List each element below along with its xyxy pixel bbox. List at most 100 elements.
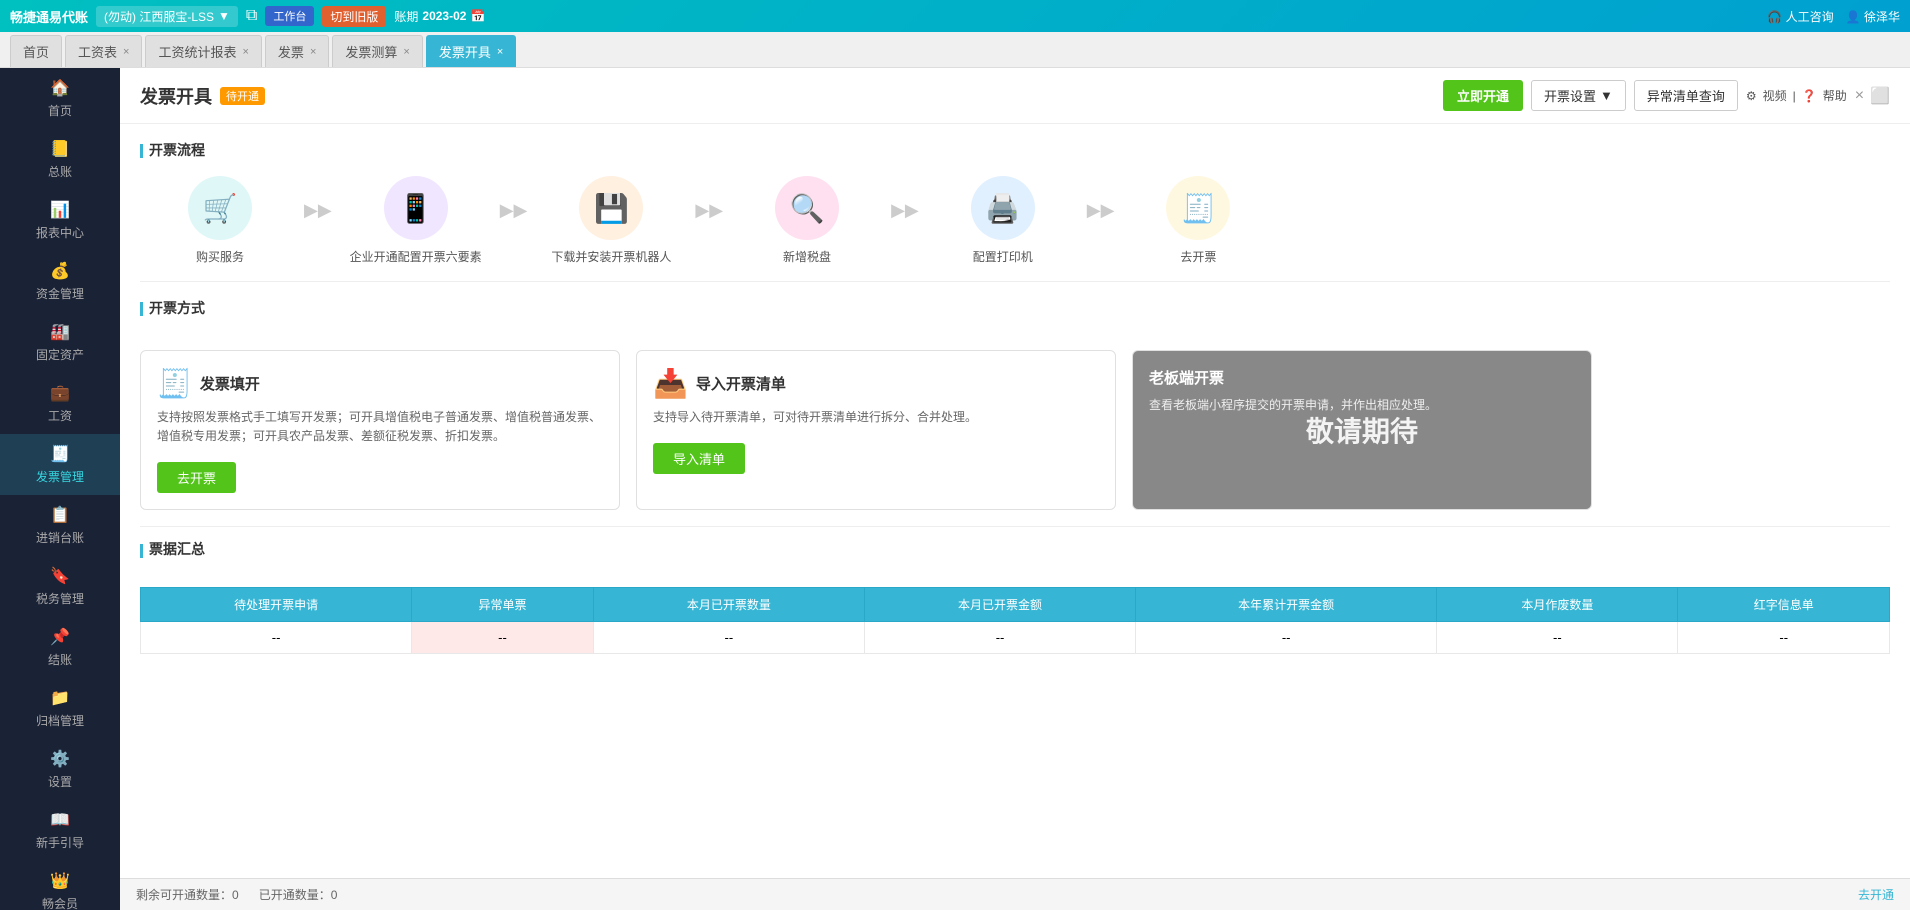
val-void-qty: --	[1437, 622, 1678, 654]
manual-fill-icon: 🧾	[157, 367, 192, 400]
opened-label: 已开通数量：0	[259, 886, 338, 903]
page-title-area: 发票开具 待开通	[140, 83, 265, 109]
manual-fill-title: 🧾 发票填开	[157, 367, 603, 400]
sidebar-item-settle[interactable]: 📌 结账	[0, 617, 120, 678]
step-taxdisk-icon-wrap: 🔍	[775, 176, 839, 240]
sidebar-item-funds[interactable]: 💰 资金管理	[0, 251, 120, 312]
tab-home[interactable]: 首页	[10, 35, 62, 67]
member-icon: 👑	[50, 871, 70, 891]
purchase-ledger-icon: 📋	[50, 505, 70, 525]
sidebar-item-ledger[interactable]: 📒 总账	[0, 129, 120, 190]
manual-fill-button[interactable]: 去开票	[157, 462, 236, 493]
copy-icon[interactable]: ⧉	[246, 7, 257, 25]
consult-button[interactable]: 🎧 人工咨询	[1767, 8, 1833, 25]
sidebar-item-assets[interactable]: 🏭 固定资产	[0, 312, 120, 373]
window-controls: × ⬜	[1855, 86, 1890, 106]
step-printer-icon-wrap: 🖨️	[971, 176, 1035, 240]
payroll-icon: 💼	[50, 383, 70, 403]
avatar-icon: 👤	[1846, 10, 1861, 24]
company-selector[interactable]: (勿动) 江西服宝-LSS ▼	[96, 6, 238, 27]
chevron-down-icon: ▼	[1600, 88, 1613, 103]
step-arrow-5: ▶▶	[1083, 200, 1119, 221]
process-section-title: 开票流程	[140, 140, 1890, 160]
process-steps: 🛒 购买服务 ▶▶ 📱 企业开通配置开票六要素 ▶▶ 💾 下载并安装	[140, 176, 1890, 265]
immediate-open-button[interactable]: 立即开通	[1443, 80, 1523, 111]
sidebar: 🏠 首页 📒 总账 📊 报表中心 💰 资金管理 🏭 固定资产 💼 工资 🧾 发票…	[0, 68, 120, 910]
close-salary-report-tab[interactable]: ×	[242, 46, 248, 58]
invoice-mgmt-icon: 🧾	[50, 444, 70, 464]
manual-fill-desc: 支持按照发票格式手工填写开发票；可开具增值税电子普通发票、增值税普通发票、增值税…	[157, 408, 603, 446]
main-layout: 🏠 首页 📒 总账 📊 报表中心 💰 资金管理 🏭 固定资产 💼 工资 🧾 发票…	[0, 68, 1910, 910]
close-invoice-issue-tab[interactable]: ×	[497, 46, 503, 58]
sidebar-item-member[interactable]: 👑 畅会员	[0, 861, 120, 910]
guide-icon: 📖	[50, 810, 70, 830]
user-avatar[interactable]: 👤 徐泽华	[1846, 8, 1900, 25]
ledger-icon: 📒	[50, 139, 70, 159]
status-badge: 待开通	[220, 87, 265, 105]
period-area: 账期 2023-02 📅	[394, 8, 485, 25]
step-add-taxdisk: 🔍 新增税盘	[727, 176, 887, 265]
tab-invoice-issue[interactable]: 发票开具 ×	[426, 35, 516, 67]
tab-invoice-calc[interactable]: 发票测算 ×	[332, 35, 422, 67]
step-configure-icon-wrap: 📱	[384, 176, 448, 240]
val-monthly-amount: --	[864, 622, 1135, 654]
import-list-icon: 📥	[653, 367, 688, 400]
workbench-button[interactable]: 工作台	[265, 6, 314, 26]
assets-icon: 🏭	[50, 322, 70, 342]
tax-icon: 🔖	[50, 566, 70, 586]
summary-section: 票据汇总 待处理开票申请 异常单票 本月已开票数量 本月已开票金额 本年累计开票…	[120, 527, 1910, 670]
calendar-icon[interactable]: 📅	[470, 9, 485, 23]
step-open-icon-wrap: 🧾	[1166, 176, 1230, 240]
old-platform-card: 老板端开票 查看老板端小程序提交的开票申请，并作出相应处理。 敬请期待	[1132, 350, 1592, 510]
settings-icon: ⚙️	[50, 749, 70, 769]
help-icon: ❓	[1802, 89, 1817, 103]
val-yearly-amount: --	[1136, 622, 1437, 654]
sidebar-item-home[interactable]: 🏠 首页	[0, 68, 120, 129]
step-arrow-4: ▶▶	[887, 200, 923, 221]
sidebar-item-invoice-mgmt[interactable]: 🧾 发票管理	[0, 434, 120, 495]
funds-icon: 💰	[50, 261, 70, 281]
col-void-qty: 本月作废数量	[1437, 588, 1678, 622]
close-invoice-calc-tab[interactable]: ×	[403, 46, 409, 58]
import-list-title: 📥 导入开票清单	[653, 367, 1099, 400]
sidebar-item-purchase-ledger[interactable]: 📋 进销台账	[0, 495, 120, 556]
step-arrow-3: ▶▶	[691, 200, 727, 221]
content-area: 发票开具 待开通 立即开通 开票设置 ▼ 异常清单查询 ⚙ 视频 | ❓ 帮助	[120, 68, 1910, 910]
step-configure-label: 企业开通配置开票六要素	[350, 248, 482, 265]
open-settings-button[interactable]: 开票设置 ▼	[1531, 80, 1626, 111]
page-actions: 立即开通 开票设置 ▼ 异常清单查询 ⚙ 视频 | ❓ 帮助 × ⬜	[1443, 80, 1890, 111]
close-salary-tab[interactable]: ×	[123, 46, 129, 58]
page-header: 发票开具 待开通 立即开通 开票设置 ▼ 异常清单查询 ⚙ 视频 | ❓ 帮助	[120, 68, 1910, 124]
col-red-info: 红字信息单	[1678, 588, 1890, 622]
remaining-label: 剩余可开通数量：0	[136, 886, 239, 903]
import-list-button[interactable]: 导入清单	[653, 443, 745, 474]
sidebar-item-payroll[interactable]: 💼 工资	[0, 373, 120, 434]
tab-salary-report[interactable]: 工资统计报表 ×	[145, 35, 261, 67]
sidebar-item-archive[interactable]: 📁 归档管理	[0, 678, 120, 739]
archive-icon: 📁	[50, 688, 70, 708]
switch-old-button[interactable]: 切到旧版	[322, 6, 386, 27]
col-yearly-amount: 本年累计开票金额	[1136, 588, 1437, 622]
tab-invoice[interactable]: 发票 ×	[265, 35, 329, 67]
sidebar-item-tax[interactable]: 🔖 税务管理	[0, 556, 120, 617]
summary-data-row: -- -- -- -- -- -- --	[141, 622, 1890, 654]
go-settings-link[interactable]: 去开通	[1858, 886, 1894, 903]
top-bar-right: 🎧 人工咨询 👤 徐泽华	[1767, 8, 1900, 25]
process-section: 开票流程 🛒 购买服务 ▶▶ 📱 企业开通配置开票六要素 ▶▶	[120, 124, 1910, 281]
sidebar-item-guide[interactable]: 📖 新手引导	[0, 800, 120, 861]
sidebar-item-reports[interactable]: 📊 报表中心	[0, 190, 120, 251]
val-pending: --	[141, 622, 412, 654]
abnormal-query-button[interactable]: 异常清单查询	[1634, 80, 1738, 111]
step-buy-service: 🛒 购买服务	[140, 176, 300, 265]
step-configure-printer: 🖨️ 配置打印机	[923, 176, 1083, 265]
tab-salary[interactable]: 工资表 ×	[65, 35, 142, 67]
top-bar-left: 畅捷通易代账 (勿动) 江西服宝-LSS ▼ ⧉ 工作台 切到旧版 账期 202…	[10, 6, 485, 27]
col-monthly-amount: 本月已开票金额	[864, 588, 1135, 622]
val-abnormal: --	[412, 622, 594, 654]
restore-window-icon[interactable]: ⬜	[1870, 86, 1890, 106]
close-invoice-tab[interactable]: ×	[310, 46, 316, 58]
close-window-icon[interactable]: ×	[1855, 87, 1864, 105]
sidebar-item-settings[interactable]: ⚙️ 设置	[0, 739, 120, 800]
col-pending: 待处理开票申请	[141, 588, 412, 622]
import-list-desc: 支持导入待开票清单，可对待开票清单进行拆分、合并处理。	[653, 408, 1099, 427]
